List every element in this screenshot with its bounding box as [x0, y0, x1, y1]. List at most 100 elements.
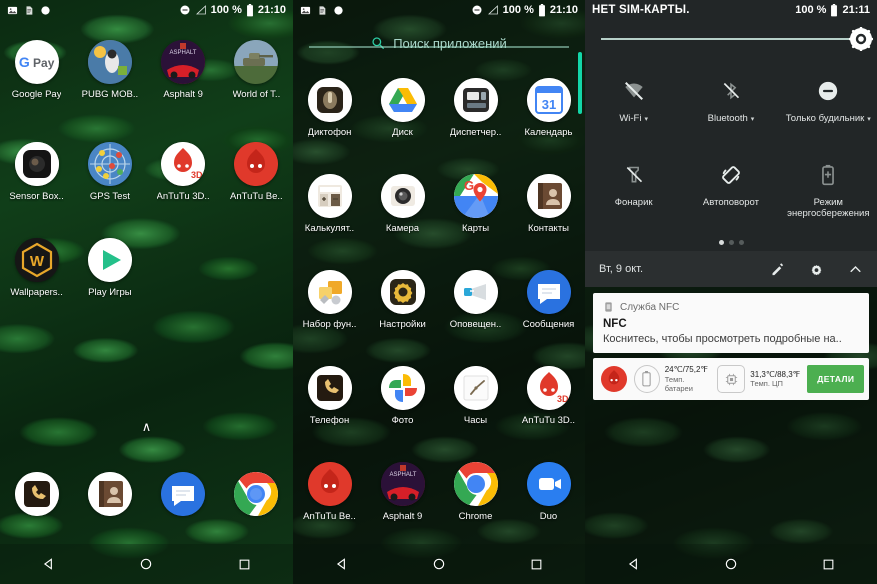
- drawer-app-drive[interactable]: Диск: [366, 78, 439, 138]
- drawer-app-chrome[interactable]: Chrome: [439, 462, 512, 522]
- details-button[interactable]: ДЕТАЛИ: [807, 365, 865, 393]
- battery-icon: [246, 3, 254, 17]
- nav-bar-drawer: [293, 544, 585, 584]
- drawer-app-settings[interactable]: Настройки: [366, 270, 439, 330]
- drawer-app-notifications[interactable]: Оповещен..: [439, 270, 512, 330]
- battery-icon: [830, 3, 838, 17]
- google-drive-icon: [380, 78, 425, 122]
- tile-bluetooth[interactable]: Bluetooth ▾: [682, 64, 779, 148]
- brightness-slider[interactable]: [585, 20, 877, 58]
- drawer-app-maps[interactable]: G Карты: [439, 174, 512, 234]
- brightness-icon[interactable]: [849, 27, 873, 51]
- settings-gear-icon[interactable]: [809, 262, 824, 277]
- tile-label: Bluetooth: [707, 113, 748, 124]
- drawer-app-antutu-3d[interactable]: 3D AnTuTu 3D..: [512, 366, 585, 426]
- drawer-app-label: Диск: [392, 127, 413, 138]
- home-empty-cell: [147, 238, 220, 298]
- notification-title: NFC: [603, 318, 627, 330]
- svg-text:31: 31: [541, 97, 555, 112]
- search-placeholder: Поиск приложений: [393, 35, 507, 51]
- battery-icon: [634, 365, 660, 393]
- pubg-mobile-icon: [87, 40, 132, 84]
- drawer-app-clock[interactable]: Часы: [439, 366, 512, 426]
- dock-app-messages[interactable]: [147, 472, 220, 516]
- home-app-label: Sensor Box..: [9, 191, 64, 202]
- notification-antutu-temps[interactable]: 24℃/75,2℉ Темп. батареи 31,3℃/88,3℉ Темп…: [593, 358, 869, 400]
- status-bar-drawer: 100 % 21:10: [293, 0, 585, 20]
- drawer-scrollbar[interactable]: [578, 52, 582, 114]
- home-app-asphalt-9[interactable]: ASPHALT Asphalt 9: [147, 40, 220, 100]
- dock-app-phone[interactable]: [0, 472, 73, 516]
- home-app-sensor-box[interactable]: Sensor Box..: [0, 142, 73, 202]
- antutu-3d-icon: 3D: [161, 142, 206, 186]
- do-not-disturb-icon: [817, 78, 839, 104]
- bluetooth-off-icon: [721, 78, 741, 104]
- dock-app-contacts[interactable]: [73, 472, 146, 516]
- drawer-app-contacts[interactable]: Контакты: [512, 174, 585, 234]
- home-app-label: Play Игры: [88, 287, 132, 298]
- asphalt-9-icon: ASPHALT: [161, 40, 206, 84]
- home-app-antutu-benchmark[interactable]: AnTuTu Be..: [220, 142, 293, 202]
- app-drawer-caret-icon[interactable]: ∧: [142, 419, 152, 435]
- notification-nfc[interactable]: Служба NFC NFC Коснитесь, чтобы просмотр…: [593, 293, 869, 353]
- drawer-app-label: Контакты: [527, 223, 570, 234]
- tile-dnd-alarms-only[interactable]: Только будильник ▾: [780, 64, 877, 148]
- page-dot-active[interactable]: [718, 240, 724, 245]
- drawer-app-phone[interactable]: Телефон: [293, 366, 366, 426]
- three-panel-screenshot: 100 % 21:10 G Pay Google Pay PUBG MOB.. …: [0, 0, 877, 584]
- status-bar-home: 100 % 21:10: [0, 0, 293, 20]
- page-dot[interactable]: [728, 240, 734, 245]
- drawer-app-camera[interactable]: Камера: [366, 174, 439, 234]
- drawer-app-messages[interactable]: Сообщения: [512, 270, 585, 330]
- recents-square-icon[interactable]: [231, 551, 257, 577]
- edit-pencil-icon[interactable]: [770, 262, 785, 277]
- home-circle-icon[interactable]: [426, 551, 452, 577]
- clock-label: 21:11: [842, 4, 870, 16]
- chevron-down-icon[interactable]: ▾: [751, 116, 755, 123]
- drawer-app-calculator[interactable]: Калькулят..: [293, 174, 366, 234]
- home-app-google-pay[interactable]: G Pay Google Pay: [0, 40, 73, 100]
- home-app-antutu-3d[interactable]: 3D AnTuTu 3D..: [147, 142, 220, 202]
- tile-flashlight[interactable]: Фонарик: [585, 148, 682, 232]
- recents-square-icon[interactable]: [523, 551, 549, 577]
- collapse-chevron-icon[interactable]: [848, 262, 863, 277]
- drawer-app-photos[interactable]: Фото: [366, 366, 439, 426]
- chrome-icon: [453, 462, 498, 506]
- tile-auto-rotate[interactable]: Автоповорот: [682, 148, 779, 232]
- tile-battery-saver[interactable]: Режим энергосбережения: [780, 148, 877, 232]
- drawer-app-task-manager[interactable]: Диспетчер..: [439, 78, 512, 138]
- home-app-world-of-tanks[interactable]: World of T..: [220, 40, 293, 100]
- chevron-down-icon[interactable]: ▾: [867, 116, 871, 123]
- home-app-pubg[interactable]: PUBG MOB..: [73, 40, 146, 100]
- back-triangle-icon[interactable]: [36, 551, 62, 577]
- google-pay-icon: G Pay: [14, 40, 59, 84]
- chevron-down-icon[interactable]: ▾: [644, 116, 648, 123]
- stat-value: 24℃/75,2℉: [664, 365, 709, 375]
- search-apps-input[interactable]: Поиск приложений: [293, 28, 585, 58]
- home-app-label: AnTuTu Be..: [230, 191, 283, 202]
- nav-bar-qs: [585, 544, 877, 584]
- drawer-app-antutu-benchmark[interactable]: AnTuTu Be..: [293, 462, 366, 522]
- recents-square-icon[interactable]: [815, 551, 841, 577]
- home-circle-icon[interactable]: [133, 551, 159, 577]
- drawer-row-5: AnTuTu Be.. ASPHALT Asphalt 9 Chrome Duo: [293, 462, 585, 522]
- drawer-app-asphalt-9[interactable]: ASPHALT Asphalt 9: [366, 462, 439, 522]
- back-triangle-icon[interactable]: [329, 551, 355, 577]
- tile-wifi[interactable]: Wi-Fi ▾: [585, 64, 682, 148]
- messages-icon: [526, 270, 571, 314]
- svg-text:3D: 3D: [557, 394, 569, 404]
- back-triangle-icon[interactable]: [621, 551, 647, 577]
- page-dot[interactable]: [738, 240, 744, 245]
- clock-icon: [453, 366, 498, 410]
- home-app-play-games[interactable]: Play Игры: [73, 238, 146, 298]
- drawer-app-toolbox[interactable]: Набор фун..: [293, 270, 366, 330]
- drawer-app-label: Диктофон: [307, 127, 352, 138]
- home-circle-icon[interactable]: [718, 551, 744, 577]
- home-app-wallpapers[interactable]: W Wallpapers..: [0, 238, 73, 298]
- drawer-app-duo[interactable]: Duo: [512, 462, 585, 522]
- dock-app-chrome[interactable]: [220, 472, 293, 516]
- home-app-gps-test[interactable]: GPS Test: [73, 142, 146, 202]
- tile-label: Автоповорот: [702, 197, 759, 208]
- drawer-app-voice-recorder[interactable]: Диктофон: [293, 78, 366, 138]
- drawer-app-calendar[interactable]: 31 Календарь: [512, 78, 585, 138]
